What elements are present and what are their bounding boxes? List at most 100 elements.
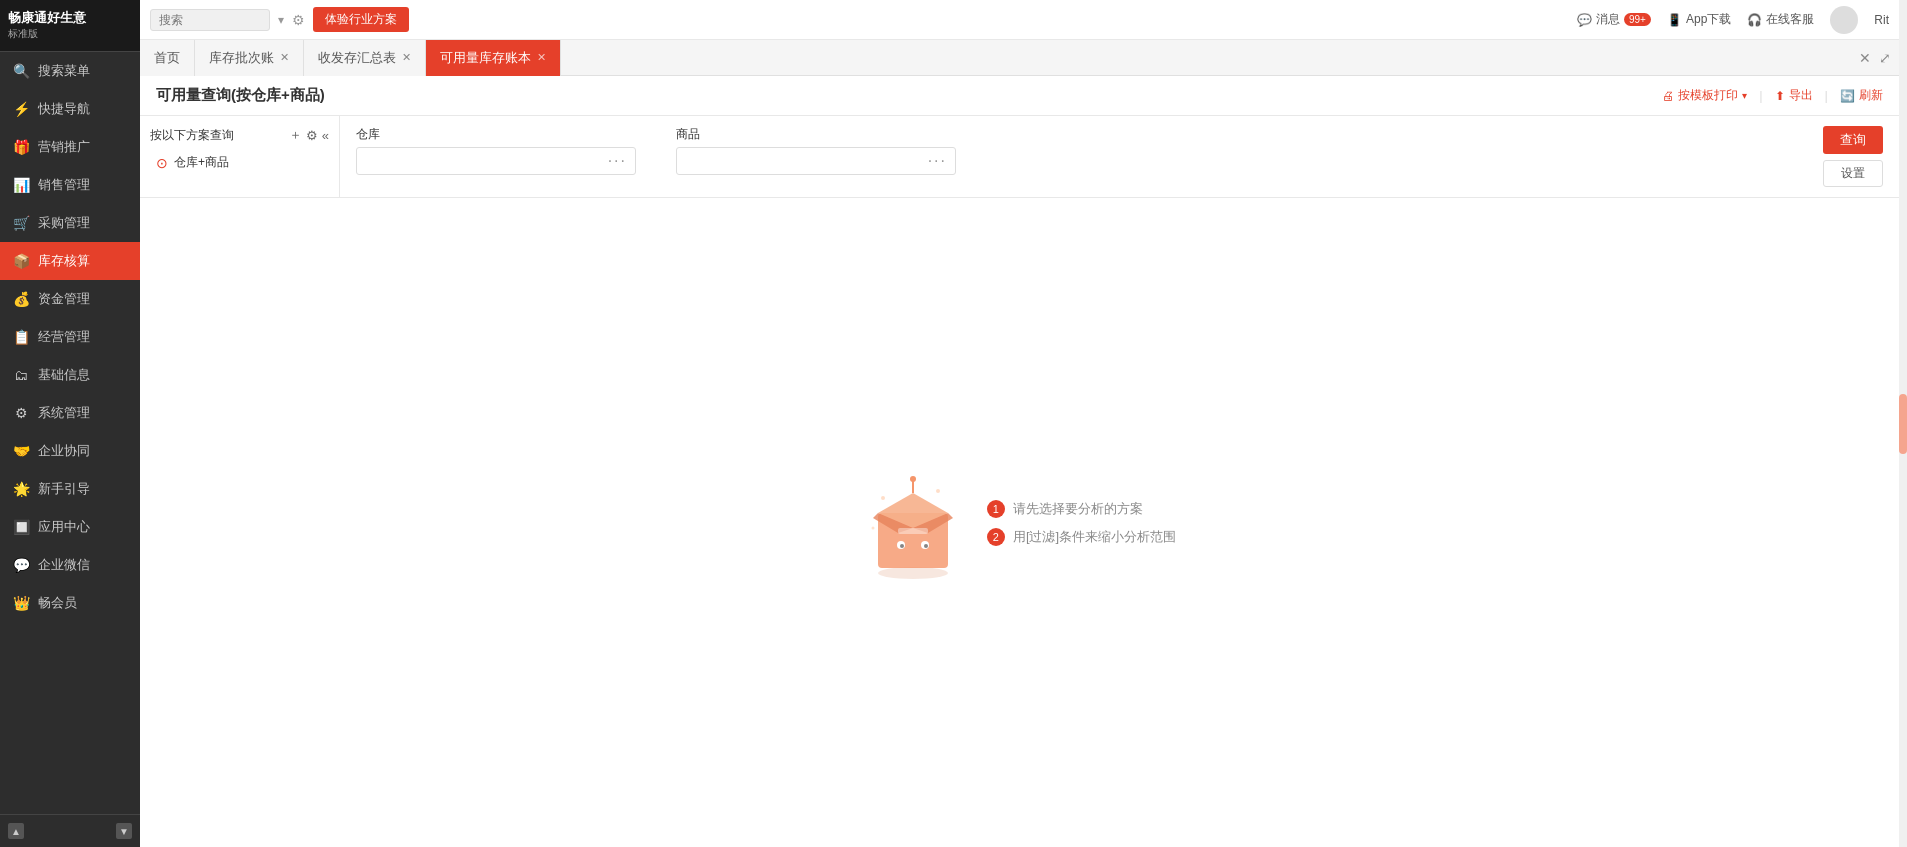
sidebar-header: 畅康通好生意 标准版 bbox=[0, 0, 140, 52]
tab-available-ledger-close[interactable]: ✕ bbox=[537, 51, 546, 64]
sidebar-item-system[interactable]: ⚙ 系统管理 bbox=[0, 394, 140, 432]
sidebar-label-shortcut: 快捷导航 bbox=[38, 100, 90, 118]
settings-button[interactable]: 设置 bbox=[1823, 160, 1883, 187]
tab-home[interactable]: 首页 bbox=[140, 40, 195, 76]
tabs-bar: 首页 库存批次账 ✕ 收发存汇总表 ✕ 可用量库存账本 ✕ ✕ ⤢ bbox=[140, 40, 1899, 76]
empty-tip-2: 2 用[过滤]条件来缩小分析范围 bbox=[987, 528, 1176, 546]
print-template-btn[interactable]: 🖨 按模板打印 ▾ bbox=[1662, 87, 1747, 104]
svg-point-8 bbox=[900, 544, 904, 548]
sidebar-label-operations: 经营管理 bbox=[38, 328, 90, 346]
online-service-label: 在线客服 bbox=[1766, 11, 1814, 28]
query-button[interactable]: 查询 bbox=[1823, 126, 1883, 154]
online-service-btn[interactable]: 🎧 在线客服 bbox=[1747, 11, 1814, 28]
sidebar-label-inventory: 库存核算 bbox=[38, 252, 90, 270]
query-fields-panel: 仓库 ··· 商品 ··· bbox=[340, 116, 1807, 197]
tab-batch-ledger-close[interactable]: ✕ bbox=[280, 51, 289, 64]
sidebar-label-basic: 基础信息 bbox=[38, 366, 90, 384]
svg-point-0 bbox=[878, 567, 948, 579]
sidebar-item-finance[interactable]: 💰 资金管理 bbox=[0, 280, 140, 318]
empty-tips: 1 请先选择要分析的方案 2 用[过滤]条件来缩小分析范围 bbox=[987, 500, 1176, 546]
tab-batch-ledger[interactable]: 库存批次账 ✕ bbox=[195, 40, 304, 76]
tab-available-ledger[interactable]: 可用量库存账本 ✕ bbox=[426, 40, 561, 76]
tab-collect-ledger[interactable]: 收发存汇总表 ✕ bbox=[304, 40, 426, 76]
crown-icon: 👑 bbox=[12, 595, 30, 611]
content-area: 1 请先选择要分析的方案 2 用[过滤]条件来缩小分析范围 bbox=[140, 198, 1899, 847]
chart-icon: 📊 bbox=[12, 177, 30, 193]
refresh-btn[interactable]: 🔄 刷新 bbox=[1840, 87, 1883, 104]
wechat-icon: 💬 bbox=[12, 557, 30, 573]
box-icon: 📦 bbox=[12, 253, 30, 269]
sidebar-label-newuser: 新手引导 bbox=[38, 480, 90, 498]
scheme-settings-btn[interactable]: ⚙ bbox=[306, 126, 318, 144]
scheme-item-warehouse-product[interactable]: ⊙ 仓库+商品 bbox=[150, 150, 329, 175]
refresh-icon: 🔄 bbox=[1840, 89, 1855, 103]
industry-btn[interactable]: 体验行业方案 bbox=[313, 7, 409, 32]
empty-illustration bbox=[863, 473, 963, 573]
app-name: 畅康通好生意 bbox=[8, 10, 86, 27]
tabs-close-all-btn[interactable]: ✕ bbox=[1859, 50, 1871, 66]
page-title: 可用量查询(按仓库+商品) bbox=[156, 86, 325, 105]
tip-num-2: 2 bbox=[987, 528, 1005, 546]
sidebar-item-basic[interactable]: 🗂 基础信息 bbox=[0, 356, 140, 394]
export-label: 导出 bbox=[1789, 87, 1813, 104]
print-icon: 🖨 bbox=[1662, 89, 1674, 103]
sidebar-item-newuser[interactable]: 🌟 新手引导 bbox=[0, 470, 140, 508]
svg-point-14 bbox=[871, 526, 874, 529]
sidebar-item-wechat[interactable]: 💬 企业微信 bbox=[0, 546, 140, 584]
money-icon: 💰 bbox=[12, 291, 30, 307]
topbar-search-input[interactable] bbox=[150, 9, 270, 31]
add-scheme-btn[interactable]: ＋ bbox=[289, 126, 302, 144]
empty-state: 1 请先选择要分析的方案 2 用[过滤]条件来缩小分析范围 bbox=[863, 473, 1176, 573]
topbar: ▾ ⚙ 体验行业方案 💬 消息 99+ 📱 App下载 🎧 在线客服 Rit bbox=[140, 0, 1899, 40]
settings-icon[interactable]: ⚙ bbox=[292, 12, 305, 28]
tabs-expand-btn[interactable]: ⤢ bbox=[1879, 50, 1891, 66]
scrollbar-thumb[interactable] bbox=[1899, 394, 1907, 454]
sidebar-item-member[interactable]: 👑 畅会员 bbox=[0, 584, 140, 622]
sidebar-item-appstore[interactable]: 🔲 应用中心 bbox=[0, 508, 140, 546]
separator-2: | bbox=[1825, 88, 1828, 103]
query-scheme-panel: 按以下方案查询 ＋ ⚙ « ⊙ 仓库+商品 bbox=[140, 116, 340, 197]
sidebar-item-shortcut[interactable]: ⚡ 快捷导航 bbox=[0, 90, 140, 128]
sidebar-item-search[interactable]: 🔍 搜索菜单 bbox=[0, 52, 140, 90]
sidebar-label-wechat: 企业微信 bbox=[38, 556, 90, 574]
field-product: 商品 ··· bbox=[676, 126, 976, 175]
sidebar-label-purchase: 采购管理 bbox=[38, 214, 90, 232]
export-btn[interactable]: ⬆ 导出 bbox=[1775, 87, 1813, 104]
tab-collect-ledger-close[interactable]: ✕ bbox=[402, 51, 411, 64]
warehouse-dots-icon[interactable]: ··· bbox=[608, 152, 627, 170]
svg-point-13 bbox=[936, 489, 940, 493]
scroll-down-btn[interactable]: ▼ bbox=[116, 823, 132, 839]
chevron-down-icon[interactable]: ▾ bbox=[278, 13, 284, 27]
sidebar-item-enterprise[interactable]: 🤝 企业协同 bbox=[0, 432, 140, 470]
app-download-btn[interactable]: 📱 App下载 bbox=[1667, 11, 1731, 28]
page-header: 可用量查询(按仓库+商品) 🖨 按模板打印 ▾ | ⬆ 导出 | 🔄 刷新 bbox=[140, 76, 1899, 116]
warehouse-input[interactable]: ··· bbox=[356, 147, 636, 175]
sidebar-label-marketing: 营销推广 bbox=[38, 138, 90, 156]
print-chevron-icon[interactable]: ▾ bbox=[1742, 90, 1747, 101]
empty-tip-1-text: 请先选择要分析的方案 bbox=[1013, 500, 1143, 518]
right-scrollbar[interactable] bbox=[1899, 0, 1907, 847]
sidebar-item-operations[interactable]: 📋 经营管理 bbox=[0, 318, 140, 356]
topbar-right: 💬 消息 99+ 📱 App下载 🎧 在线客服 Rit bbox=[1577, 6, 1889, 34]
field-warehouse: 仓库 ··· bbox=[356, 126, 656, 175]
product-label: 商品 bbox=[676, 126, 976, 143]
sidebar-label-sales: 销售管理 bbox=[38, 176, 90, 194]
product-dots-icon[interactable]: ··· bbox=[928, 152, 947, 170]
message-label: 消息 bbox=[1596, 11, 1620, 28]
scroll-up-btn[interactable]: ▲ bbox=[8, 823, 24, 839]
message-btn[interactable]: 💬 消息 99+ bbox=[1577, 11, 1651, 28]
sidebar-edition: 标准版 bbox=[8, 27, 38, 41]
scheme-collapse-btn[interactable]: « bbox=[322, 126, 329, 144]
sidebar-item-marketing[interactable]: 🎁 营销推广 bbox=[0, 128, 140, 166]
main-content: ▾ ⚙ 体验行业方案 💬 消息 99+ 📱 App下载 🎧 在线客服 Rit 首… bbox=[140, 0, 1899, 847]
sidebar-label-member: 畅会员 bbox=[38, 594, 77, 612]
sidebar-bottom: ▲ ▼ bbox=[0, 814, 140, 847]
lightning-icon: ⚡ bbox=[12, 101, 30, 117]
query-scheme-header: 按以下方案查询 ＋ ⚙ « bbox=[150, 126, 329, 144]
product-input[interactable]: ··· bbox=[676, 147, 956, 175]
user-avatar[interactable] bbox=[1830, 6, 1858, 34]
sidebar-label-finance: 资金管理 bbox=[38, 290, 90, 308]
sidebar-item-inventory[interactable]: 📦 库存核算 bbox=[0, 242, 140, 280]
sidebar-item-sales[interactable]: 📊 销售管理 bbox=[0, 166, 140, 204]
sidebar-item-purchase[interactable]: 🛒 采购管理 bbox=[0, 204, 140, 242]
